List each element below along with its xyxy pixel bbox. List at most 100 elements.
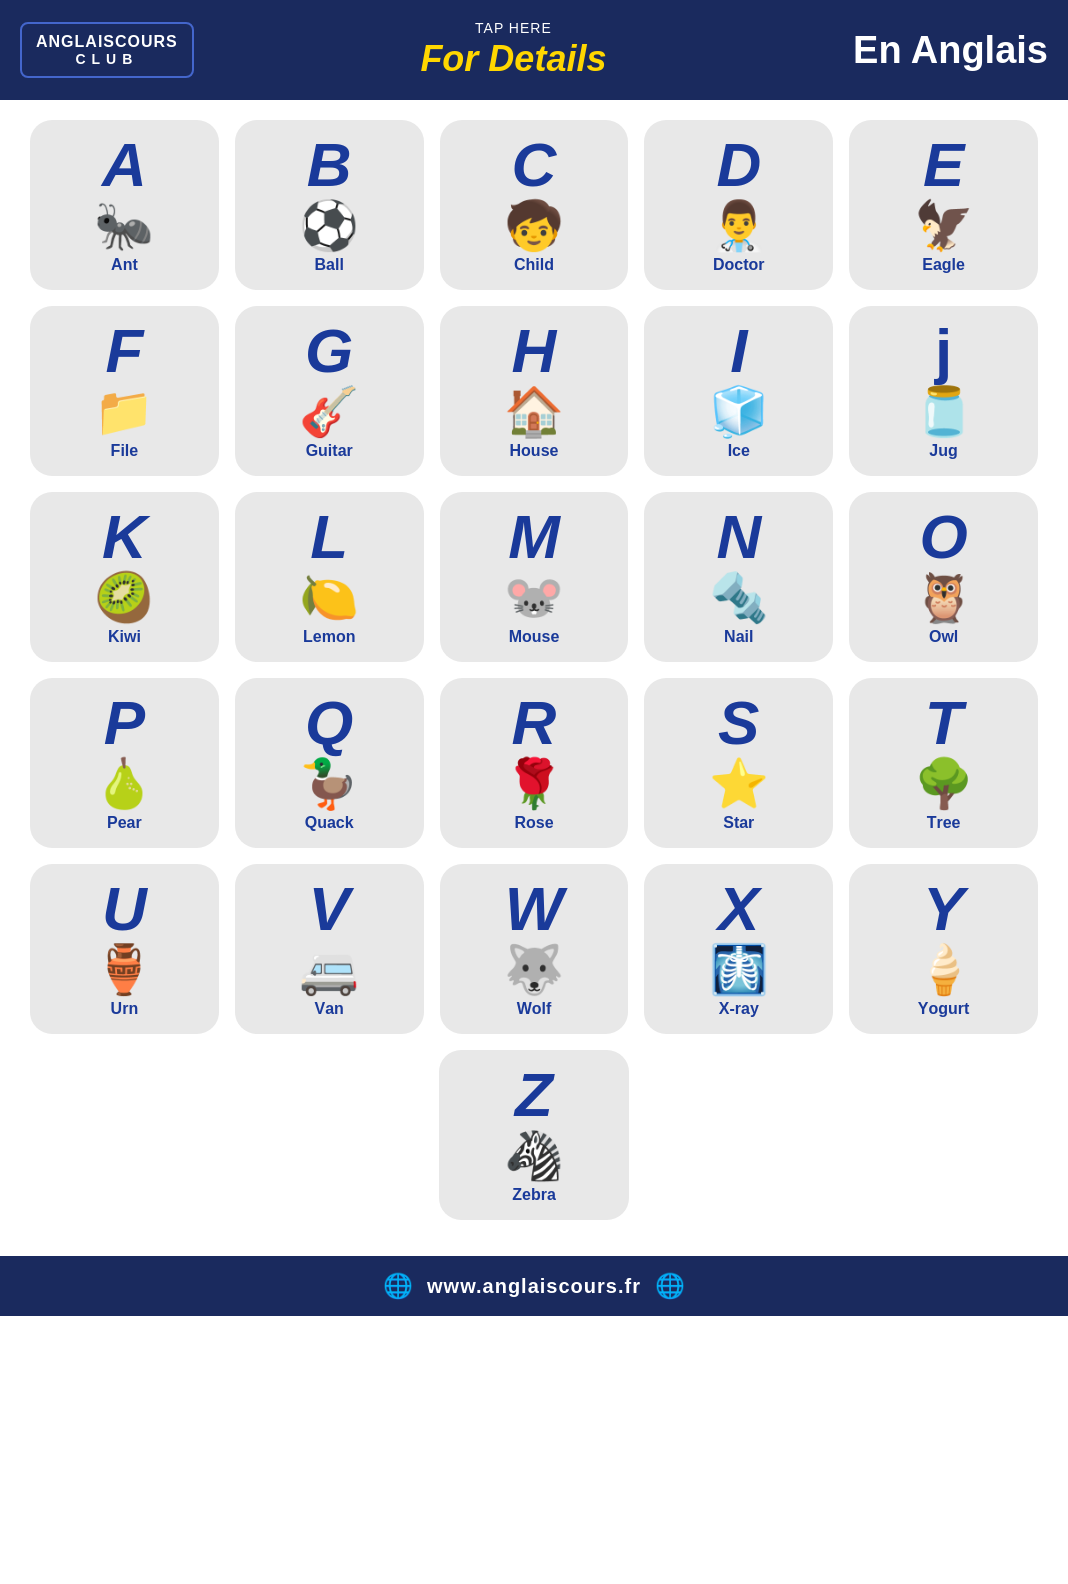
emoji-j: 🫙: [914, 388, 974, 436]
letter-b: B: [307, 134, 352, 196]
card-r[interactable]: R 🌹 Rose: [440, 678, 629, 848]
row-3: K 🥝 Kiwi L 🍋 Lemon M 🐭 Mouse N 🔩 Nail O …: [30, 492, 1038, 662]
letter-t: T: [925, 692, 963, 754]
word-z: Zebra: [512, 1186, 556, 1204]
logo[interactable]: AnglaisCours CLUB: [20, 22, 194, 78]
word-a: Ant: [111, 256, 138, 274]
header-title[interactable]: TAP HERE For Details: [194, 20, 833, 80]
card-k[interactable]: K 🥝 Kiwi: [30, 492, 219, 662]
word-t: Tree: [927, 814, 961, 832]
word-l: Lemon: [303, 628, 355, 646]
word-r: Rose: [514, 814, 553, 832]
card-q[interactable]: Q 🦆 Quack: [235, 678, 424, 848]
card-j[interactable]: j 🫙 Jug: [849, 306, 1038, 476]
card-z[interactable]: Z 🦓 Zebra: [439, 1050, 629, 1220]
word-x: X-ray: [719, 1000, 759, 1018]
letter-z: Z: [515, 1064, 553, 1126]
letter-u: U: [102, 878, 147, 940]
emoji-l: 🍋: [299, 574, 359, 622]
word-y: Yogurt: [918, 1000, 970, 1018]
emoji-w: 🐺: [504, 946, 564, 994]
letter-l: L: [310, 506, 348, 568]
letter-r: R: [512, 692, 557, 754]
card-m[interactable]: M 🐭 Mouse: [440, 492, 629, 662]
emoji-r: 🌹: [504, 760, 564, 808]
card-h[interactable]: H 🏠 House: [440, 306, 629, 476]
emoji-d: 👨‍⚕️: [709, 202, 769, 250]
emoji-s: ⭐: [709, 760, 769, 808]
letter-c: C: [512, 134, 557, 196]
row-4: P 🍐 Pear Q 🦆 Quack R 🌹 Rose S ⭐ Star T 🌳…: [30, 678, 1038, 848]
emoji-e: 🦅: [914, 202, 974, 250]
emoji-h: 🏠: [504, 388, 564, 436]
word-u: Urn: [111, 1000, 139, 1018]
letter-e: E: [923, 134, 964, 196]
letter-x: X: [718, 878, 759, 940]
letter-k: K: [102, 506, 147, 568]
card-n[interactable]: N 🔩 Nail: [644, 492, 833, 662]
letter-m: M: [508, 506, 560, 568]
letter-f: F: [105, 320, 143, 382]
word-n: Nail: [724, 628, 753, 646]
word-v: Van: [315, 1000, 344, 1018]
word-o: Owl: [929, 628, 958, 646]
card-a[interactable]: A 🐜 Ant: [30, 120, 219, 290]
word-d: Doctor: [713, 256, 765, 274]
tap-here-label: TAP HERE: [194, 20, 833, 36]
card-i[interactable]: I 🧊 Ice: [644, 306, 833, 476]
card-c[interactable]: C 🧒 Child: [440, 120, 629, 290]
emoji-a: 🐜: [94, 202, 154, 250]
word-e: Eagle: [922, 256, 965, 274]
card-b[interactable]: B ⚽ Ball: [235, 120, 424, 290]
letter-v: V: [309, 878, 350, 940]
footer-url: www.anglaiscours.fr: [427, 1275, 641, 1298]
letter-g: G: [305, 320, 353, 382]
main-content: A 🐜 Ant B ⚽ Ball C 🧒 Child D 👨‍⚕️ Doctor…: [0, 100, 1068, 1256]
emoji-m: 🐭: [504, 574, 564, 622]
card-v[interactable]: V 🚐 Van: [235, 864, 424, 1034]
for-details-label: For Details: [194, 38, 833, 80]
emoji-p: 🍐: [94, 760, 154, 808]
word-k: Kiwi: [108, 628, 141, 646]
header-right-text: En Anglais: [853, 29, 1048, 72]
card-o[interactable]: O 🦉 Owl: [849, 492, 1038, 662]
letter-y: Y: [923, 878, 964, 940]
row-2: F 📁 File G 🎸 Guitar H 🏠 House I 🧊 Ice j …: [30, 306, 1038, 476]
emoji-c: 🧒: [504, 202, 564, 250]
word-j: Jug: [929, 442, 957, 460]
card-w[interactable]: W 🐺 Wolf: [440, 864, 629, 1034]
card-p[interactable]: P 🍐 Pear: [30, 678, 219, 848]
globe-icon-right: 🌐: [655, 1272, 685, 1300]
card-u[interactable]: U 🏺 Urn: [30, 864, 219, 1034]
emoji-o: 🦉: [914, 574, 974, 622]
row-5: U 🏺 Urn V 🚐 Van W 🐺 Wolf X 🩻 X-ray Y 🍦 Y…: [30, 864, 1038, 1034]
card-t[interactable]: T 🌳 Tree: [849, 678, 1038, 848]
word-q: Quack: [305, 814, 354, 832]
header: AnglaisCours CLUB TAP HERE For Details E…: [0, 0, 1068, 100]
emoji-b: ⚽: [299, 202, 359, 250]
word-i: Ice: [728, 442, 750, 460]
card-y[interactable]: Y 🍦 Yogurt: [849, 864, 1038, 1034]
card-f[interactable]: F 📁 File: [30, 306, 219, 476]
card-d[interactable]: D 👨‍⚕️ Doctor: [644, 120, 833, 290]
card-l[interactable]: L 🍋 Lemon: [235, 492, 424, 662]
word-b: Ball: [315, 256, 344, 274]
emoji-u: 🏺: [94, 946, 154, 994]
letter-o: O: [919, 506, 967, 568]
card-g[interactable]: G 🎸 Guitar: [235, 306, 424, 476]
emoji-i: 🧊: [709, 388, 769, 436]
letter-n: N: [716, 506, 761, 568]
letter-s: S: [718, 692, 759, 754]
row-6: Z 🦓 Zebra: [30, 1050, 1038, 1220]
emoji-v: 🚐: [299, 946, 359, 994]
card-e[interactable]: E 🦅 Eagle: [849, 120, 1038, 290]
card-x[interactable]: X 🩻 X-ray: [644, 864, 833, 1034]
word-h: House: [510, 442, 559, 460]
letter-w: W: [505, 878, 564, 940]
footer: 🌐 www.anglaiscours.fr 🌐: [0, 1256, 1068, 1316]
row-1: A 🐜 Ant B ⚽ Ball C 🧒 Child D 👨‍⚕️ Doctor…: [30, 120, 1038, 290]
card-s[interactable]: S ⭐ Star: [644, 678, 833, 848]
emoji-q: 🦆: [299, 760, 359, 808]
globe-icon-left: 🌐: [383, 1272, 413, 1300]
emoji-t: 🌳: [914, 760, 974, 808]
